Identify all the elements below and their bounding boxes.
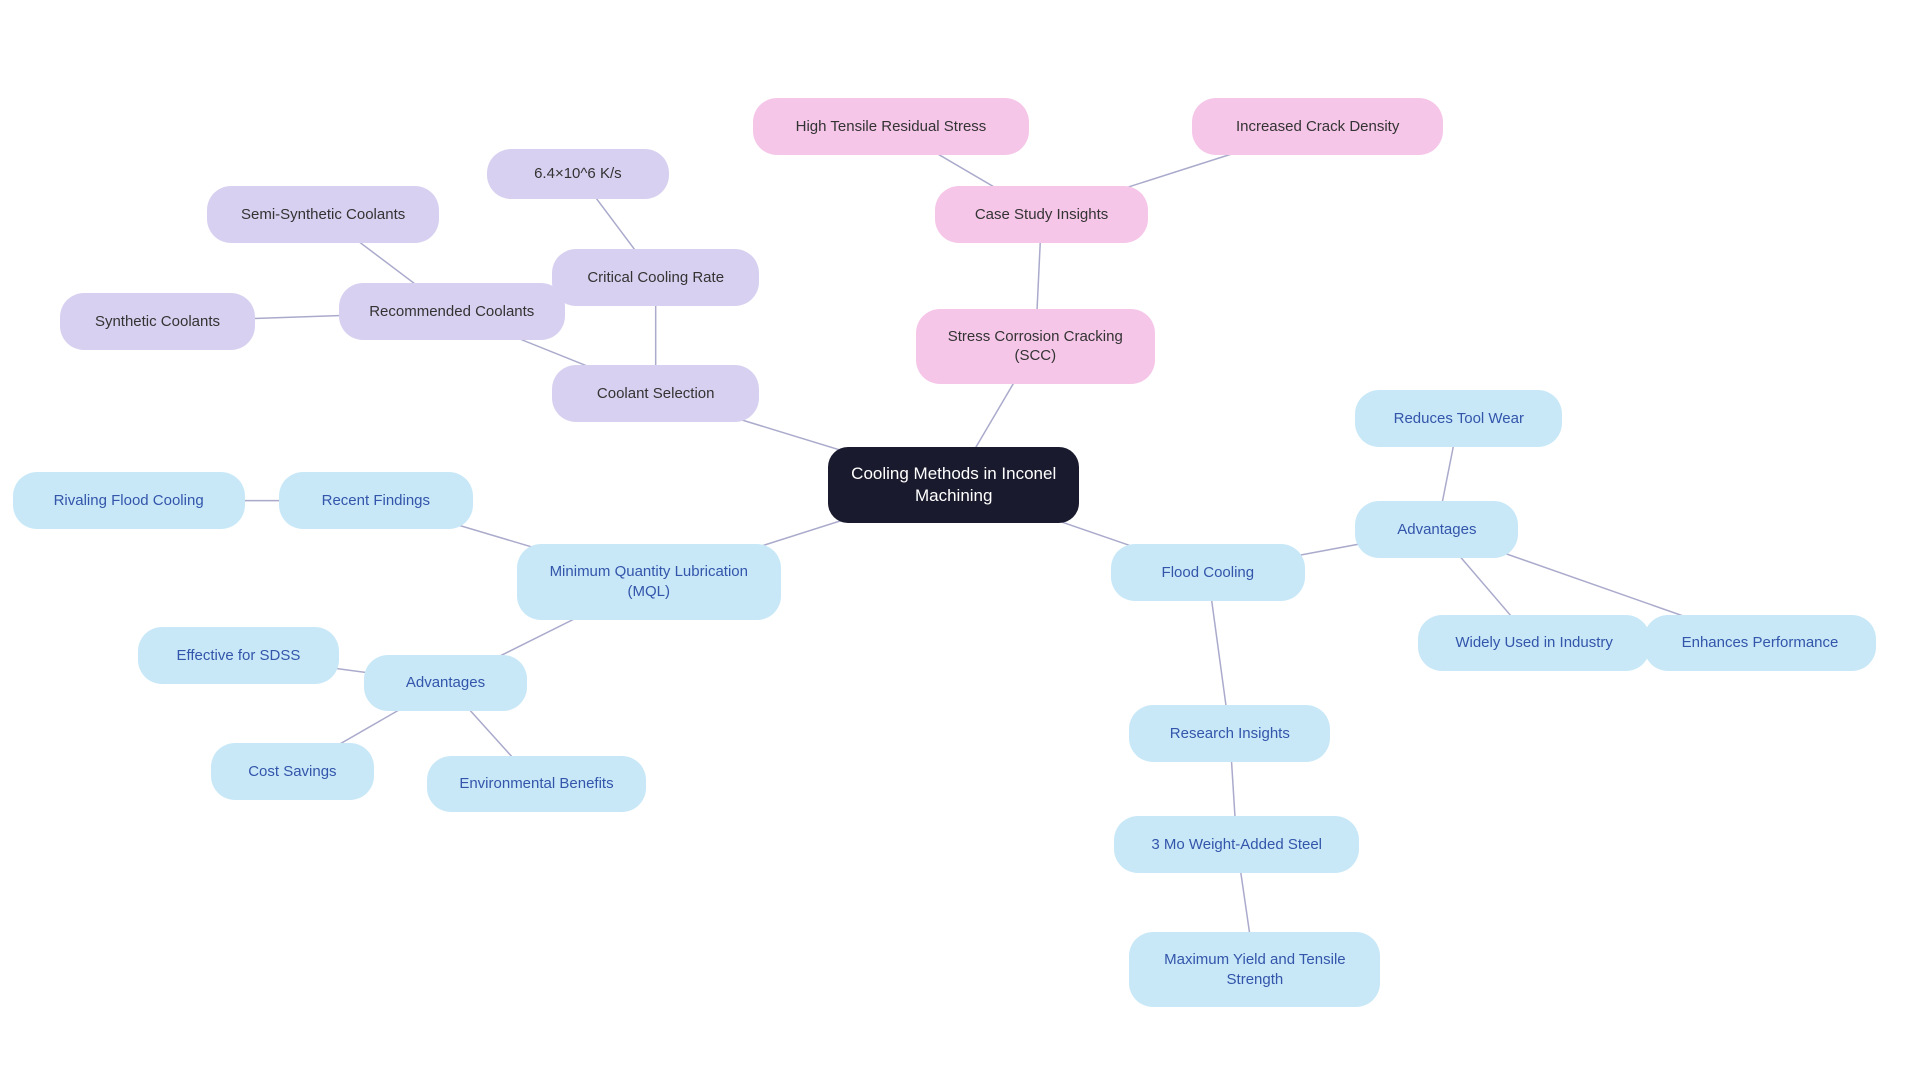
node-enhancesPerformance[interactable]: Enhances Performance <box>1644 615 1876 672</box>
node-synthetic[interactable]: Synthetic Coolants <box>60 293 255 350</box>
node-criticalCooling[interactable]: Critical Cooling Rate <box>552 249 759 306</box>
node-caseStudy[interactable]: Case Study Insights <box>935 186 1148 243</box>
node-researchInsights[interactable]: Research Insights <box>1129 705 1330 762</box>
node-recentFindings[interactable]: Recent Findings <box>279 472 474 529</box>
node-widelyUsed[interactable]: Widely Used in Industry <box>1418 615 1650 672</box>
node-costSavings[interactable]: Cost Savings <box>211 743 374 800</box>
node-recommendedCoolants[interactable]: Recommended Coolants <box>339 283 565 340</box>
node-floodCooling[interactable]: Flood Cooling <box>1111 544 1306 601</box>
node-center[interactable]: Cooling Methods in Inconel Machining <box>828 447 1079 523</box>
node-reducesToolWear[interactable]: Reduces Tool Wear <box>1355 390 1562 447</box>
node-coolantSelection[interactable]: Coolant Selection <box>552 365 759 422</box>
node-moSteel[interactable]: 3 Mo Weight-Added Steel <box>1114 816 1359 873</box>
node-maxYield[interactable]: Maximum Yield and Tensile Strength <box>1129 932 1380 1008</box>
node-mqlAdvantages[interactable]: Advantages <box>364 655 527 712</box>
connections-svg <box>0 0 1920 1083</box>
node-crackDensity[interactable]: Increased Crack Density <box>1192 98 1443 155</box>
node-mql[interactable]: Minimum Quantity Lubrication (MQL) <box>517 544 781 620</box>
node-stressCorrosion[interactable]: Stress Corrosion Cracking (SCC) <box>916 309 1154 385</box>
node-coolingRateVal[interactable]: 6.4×10^6 K/s <box>487 149 669 199</box>
node-envBenefits[interactable]: Environmental Benefits <box>427 756 647 813</box>
mindmap-container: Cooling Methods in Inconel Machining Stre… <box>0 0 1920 1083</box>
node-semiSynthetic[interactable]: Semi-Synthetic Coolants <box>207 186 439 243</box>
node-highTensile[interactable]: High Tensile Residual Stress <box>753 98 1029 155</box>
node-effectiveSDSS[interactable]: Effective for SDSS <box>138 627 339 684</box>
node-rivalingFlood[interactable]: Rivaling Flood Cooling <box>13 472 245 529</box>
node-floodAdvantages[interactable]: Advantages <box>1355 501 1518 558</box>
